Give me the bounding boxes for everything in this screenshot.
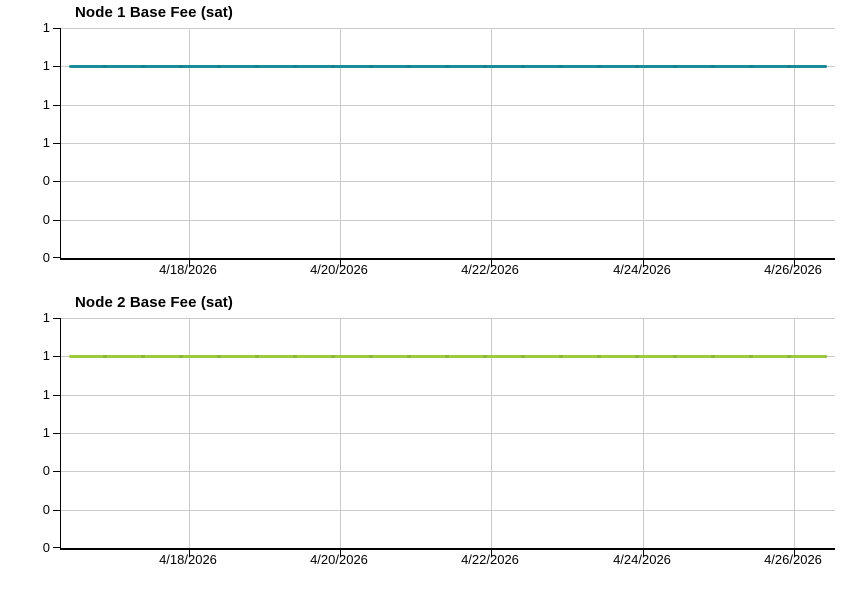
y-tick-label: 1 (18, 20, 50, 36)
y-tick-mark (53, 547, 61, 548)
v-gridline (340, 318, 341, 548)
y-tick-label: 0 (18, 540, 50, 556)
h-gridline (61, 471, 835, 472)
y-tick-mark (53, 510, 61, 511)
y-tick-label: 1 (18, 97, 50, 113)
x-tick-label: 4/20/2026 (289, 552, 389, 567)
y-tick-mark (53, 257, 61, 258)
plot-area (60, 28, 835, 260)
y-tick-label: 1 (18, 58, 50, 74)
v-gridline (189, 318, 190, 548)
y-tick-label: 1 (18, 310, 50, 326)
x-tick-label: 4/26/2026 (743, 552, 843, 567)
series-line-node1 (69, 65, 827, 68)
y-tick-mark (53, 181, 61, 182)
y-tick-label: 0 (18, 173, 50, 189)
y-tick-mark (53, 66, 61, 67)
chart-node-2-base-fee: Node 2 Base Fee (sat) 1 1 1 1 0 0 0 (0, 290, 860, 580)
y-tick-label: 1 (18, 387, 50, 403)
x-tick-label: 4/24/2026 (592, 552, 692, 567)
h-gridline (61, 510, 835, 511)
y-tick-label: 1 (18, 135, 50, 151)
x-tick-label: 4/20/2026 (289, 262, 389, 277)
x-tick-label: 4/24/2026 (592, 262, 692, 277)
y-tick-mark (53, 143, 61, 144)
y-tick-mark (53, 28, 61, 29)
h-gridline (61, 220, 835, 221)
v-gridline (794, 28, 795, 258)
y-tick-mark (53, 471, 61, 472)
v-gridline (189, 28, 190, 258)
v-gridline (340, 28, 341, 258)
v-gridline (643, 318, 644, 548)
series-line-node2 (69, 355, 827, 358)
chart-title: Node 1 Base Fee (sat) (75, 4, 233, 21)
y-tick-label: 1 (18, 348, 50, 364)
x-tick-label: 4/22/2026 (440, 552, 540, 567)
y-tick-label: 0 (18, 212, 50, 228)
y-tick-label: 0 (18, 502, 50, 518)
v-gridline (794, 318, 795, 548)
v-gridline (491, 318, 492, 548)
y-tick-label: 1 (18, 425, 50, 441)
chart-node-1-base-fee: Node 1 Base Fee (sat) 1 1 1 1 0 0 0 (0, 0, 860, 290)
charts-dashboard: Node 1 Base Fee (sat) 1 1 1 1 0 0 0 (0, 0, 860, 600)
plot-area (60, 318, 835, 550)
y-tick-mark (53, 220, 61, 221)
h-gridline (61, 433, 835, 434)
y-tick-mark (53, 318, 61, 319)
y-tick-mark (53, 433, 61, 434)
x-tick-label: 4/26/2026 (743, 262, 843, 277)
v-gridline (491, 28, 492, 258)
x-tick-label: 4/22/2026 (440, 262, 540, 277)
y-tick-mark (53, 105, 61, 106)
y-tick-label: 0 (18, 463, 50, 479)
y-tick-mark (53, 395, 61, 396)
h-gridline (61, 105, 835, 106)
h-gridline (61, 28, 835, 29)
h-gridline (61, 181, 835, 182)
y-tick-mark (53, 356, 61, 357)
h-gridline (61, 143, 835, 144)
h-gridline (61, 395, 835, 396)
chart-title: Node 2 Base Fee (sat) (75, 294, 233, 311)
v-gridline (643, 28, 644, 258)
y-tick-label: 0 (18, 250, 50, 266)
x-tick-label: 4/18/2026 (138, 552, 238, 567)
h-gridline (61, 318, 835, 319)
x-tick-label: 4/18/2026 (138, 262, 238, 277)
